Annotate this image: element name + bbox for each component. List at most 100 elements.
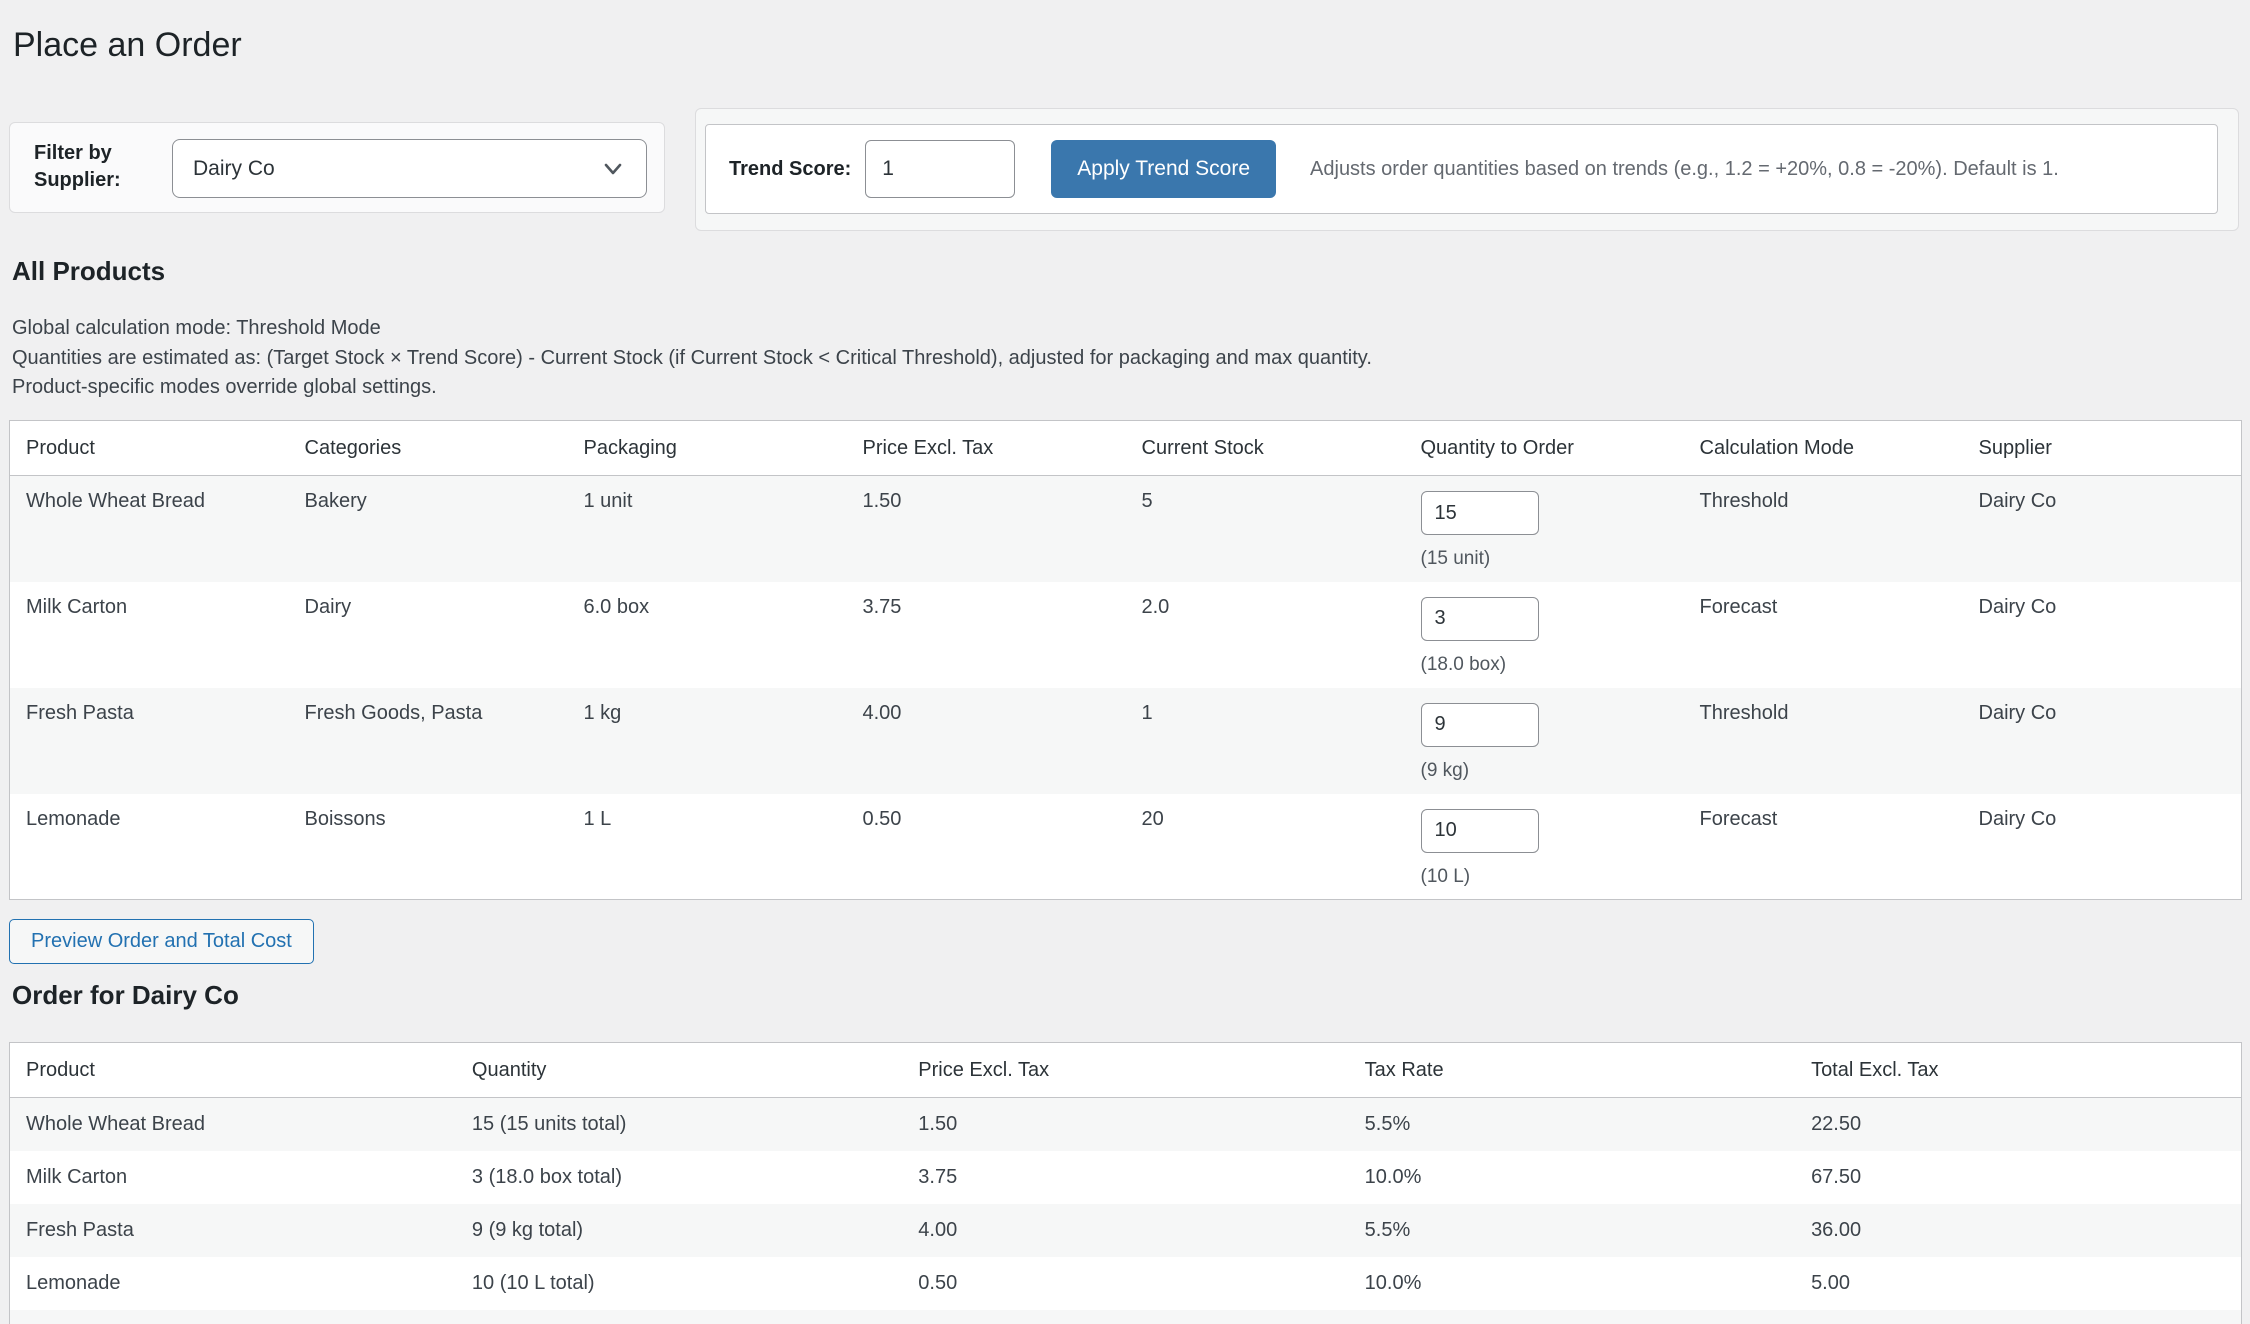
cell-price: 0.50 <box>862 807 902 830</box>
cell-tax-rate: 10.0% <box>1364 1166 1422 1188</box>
cell-total: 5.00 <box>1811 1272 1850 1294</box>
cell-supplier: Dairy Co <box>1978 701 2057 724</box>
order-row: Lemonade 10 (10 L total) 0.50 10.0% 5.00 <box>10 1257 2242 1310</box>
cell-product: Lemonade <box>26 1272 121 1294</box>
trend-score-box: Trend Score: Apply Trend Score Adjusts o… <box>705 124 2218 214</box>
order-summary-table: Product Quantity Price Excl. Tax Tax Rat… <box>9 1042 2242 1324</box>
products-header-row: Product Categories Packaging Price Excl.… <box>9 420 2242 476</box>
cell-categories: Dairy <box>304 595 352 618</box>
quantity-packaging-hint: (10 L) <box>1420 865 1471 887</box>
product-row: Whole Wheat Bread Bakery 1 unit 1.50 5 (… <box>9 475 2242 582</box>
cell-quantity: 9 (9 kg total) <box>471 1219 584 1241</box>
column-header-product: Product <box>9 1042 456 1098</box>
order-header-row: Product Quantity Price Excl. Tax Tax Rat… <box>9 1042 2242 1098</box>
product-row: Milk Carton Dairy 6.0 box 3.75 2.0 (18.0… <box>10 582 2242 688</box>
cell-quantity: 3 (18.0 box total) <box>471 1166 622 1188</box>
cell-calculation-mode: Threshold <box>1699 490 1789 512</box>
column-header-price: Price Excl. Tax <box>902 1042 1349 1098</box>
global-mode-line: Global calculation mode: Threshold Mode <box>12 317 381 339</box>
cell-quantity: (10 L) <box>1405 794 1684 900</box>
cell-calculation-mode: Forecast <box>1699 807 1778 830</box>
cell-tax-rate: 5.5% <box>1364 1113 1411 1135</box>
cell-price: 0.50 <box>918 1272 958 1294</box>
cell-price: 1.50 <box>862 490 902 512</box>
cell-total: 36.00 <box>1811 1219 1862 1241</box>
supplier-select[interactable]: Dairy Co <box>172 139 647 198</box>
all-products-heading: All Products <box>12 256 166 286</box>
quantity-packaging-hint: (9 kg) <box>1420 759 1470 781</box>
column-header-tax-rate: Tax Rate <box>1348 1042 1796 1098</box>
cell-product: Fresh Pasta <box>26 701 134 724</box>
cell-quantity: 10 (10 L total) <box>471 1272 595 1294</box>
product-row: Lemonade Boissons 1 L 0.50 20 (10 L) For… <box>10 794 2242 900</box>
column-header-packaging: Packaging <box>567 420 847 476</box>
cell-quantity: 15 (15 units total) <box>471 1113 627 1135</box>
order-row-partial <box>9 1310 2242 1324</box>
page-title: Place an Order <box>13 26 242 64</box>
cell-packaging: 1 kg <box>583 701 622 724</box>
cell-supplier: Dairy Co <box>1978 490 2057 512</box>
column-header-quantity: Quantity <box>455 1042 903 1098</box>
cell-calculation-mode: Threshold <box>1699 701 1789 724</box>
quantity-packaging-hint: (18.0 box) <box>1420 653 1507 675</box>
formula-line: Quantities are estimated as: (Target Sto… <box>12 346 1372 369</box>
column-header-price: Price Excl. Tax <box>846 420 1126 476</box>
column-header-quantity: Quantity to Order <box>1404 420 1684 476</box>
cell-product: Milk Carton <box>26 1166 128 1188</box>
cell-categories: Bakery <box>304 490 367 512</box>
supplier-select-value: Dairy Co <box>193 156 275 180</box>
cell-current-stock: 2.0 <box>1141 595 1170 618</box>
cell-price: 4.00 <box>918 1219 958 1241</box>
quantity-to-order-input[interactable] <box>1420 702 1539 747</box>
trend-score-label: Trend Score: <box>729 157 852 180</box>
cell-packaging: 1 L <box>583 807 612 830</box>
cell-product: Whole Wheat Bread <box>26 1113 205 1135</box>
cell-total: 67.50 <box>1811 1166 1862 1188</box>
cell-tax-rate: 10.0% <box>1364 1272 1422 1294</box>
calculation-mode-notes: Global calculation mode: Threshold Mode … <box>12 314 1372 403</box>
supplier-filter-label: Filter by Supplier: <box>34 142 121 191</box>
column-header-product: Product <box>9 420 289 476</box>
cell-quantity: (15 unit) <box>1405 476 1684 582</box>
trend-score-input[interactable] <box>865 140 1016 198</box>
cell-product: Milk Carton <box>26 595 128 618</box>
column-header-categories: Categories <box>288 420 568 476</box>
product-row: Fresh Pasta Fresh Goods, Pasta 1 kg 4.00… <box>9 687 2242 794</box>
cell-price: 1.50 <box>918 1113 958 1135</box>
order-heading: Order for Dairy Co <box>12 980 239 1010</box>
cell-tax-rate: 5.5% <box>1364 1219 1411 1241</box>
chevron-down-icon <box>604 163 622 174</box>
override-line: Product-specific modes override global s… <box>12 376 437 398</box>
cell-calculation-mode: Forecast <box>1699 595 1778 618</box>
place-order-page: Place an Order Filter by Supplier: Dairy… <box>0 0 2250 1324</box>
order-row: Milk Carton 3 (18.0 box total) 3.75 10.0… <box>10 1151 2242 1204</box>
cell-price: 4.00 <box>862 701 902 724</box>
cell-price: 3.75 <box>918 1166 958 1188</box>
cell-packaging: 1 unit <box>583 490 633 512</box>
cell-supplier: Dairy Co <box>1978 595 2057 618</box>
trend-score-panel: Trend Score: Apply Trend Score Adjusts o… <box>695 108 2239 231</box>
cell-categories: Boissons <box>304 807 386 830</box>
column-header-calculation-mode: Calculation Mode <box>1683 420 1963 476</box>
column-header-supplier: Supplier <box>1962 420 2242 476</box>
cell-quantity: (9 kg) <box>1405 688 1684 794</box>
all-products-table: Product Categories Packaging Price Excl.… <box>9 420 2242 900</box>
apply-trend-score-button[interactable]: Apply Trend Score <box>1051 140 1277 198</box>
supplier-filter-panel: Filter by Supplier: Dairy Co <box>9 122 665 213</box>
cell-current-stock: 20 <box>1141 807 1164 830</box>
quantity-to-order-input[interactable] <box>1420 491 1539 535</box>
cell-product: Whole Wheat Bread <box>26 490 205 512</box>
trend-score-description: Adjusts order quantities based on trends… <box>1310 157 2059 180</box>
quantity-packaging-hint: (15 unit) <box>1420 548 1491 569</box>
preview-order-button[interactable]: Preview Order and Total Cost <box>9 919 314 964</box>
cell-total: 22.50 <box>1811 1113 1862 1135</box>
column-header-current-stock: Current Stock <box>1125 420 1405 476</box>
column-header-total: Total Excl. Tax <box>1795 1042 2242 1098</box>
quantity-to-order-input[interactable] <box>1420 596 1539 641</box>
quantity-to-order-input[interactable] <box>1420 808 1539 853</box>
cell-categories: Fresh Goods, Pasta <box>304 701 483 724</box>
cell-packaging: 6.0 box <box>583 595 650 618</box>
order-row: Fresh Pasta 9 (9 kg total) 4.00 5.5% 36.… <box>9 1204 2242 1257</box>
cell-quantity: (18.0 box) <box>1405 582 1684 688</box>
cell-supplier: Dairy Co <box>1978 807 2057 830</box>
